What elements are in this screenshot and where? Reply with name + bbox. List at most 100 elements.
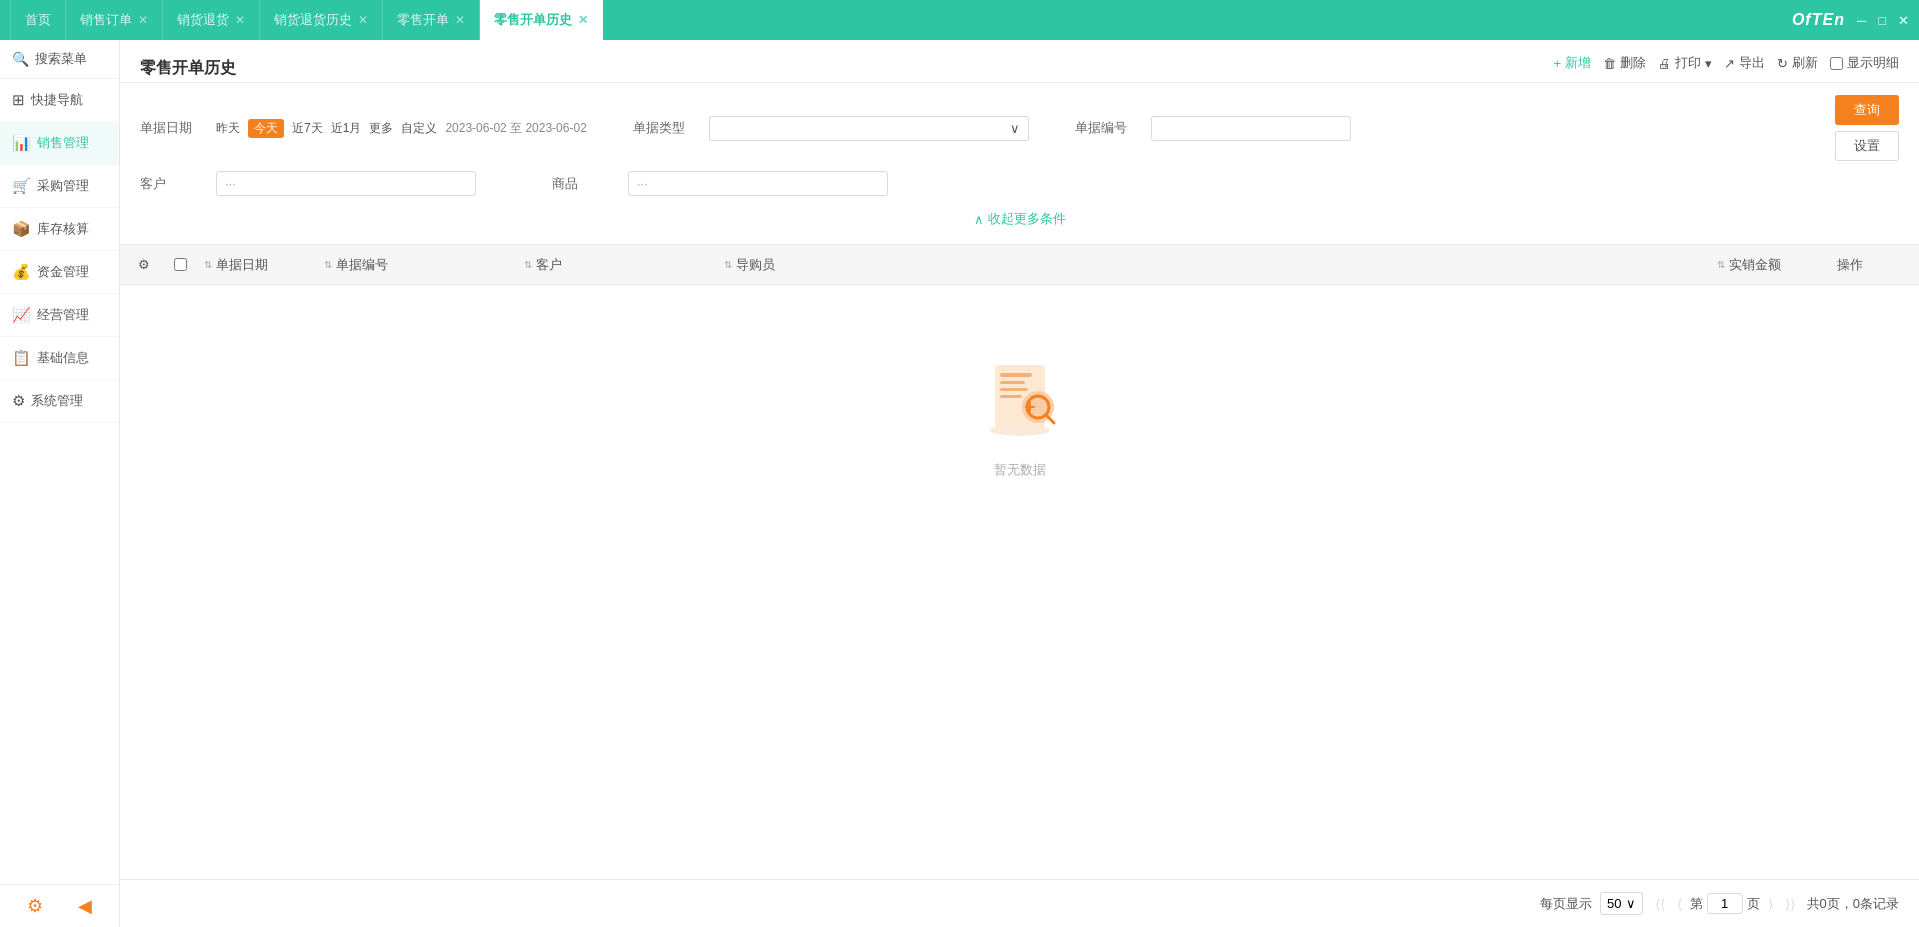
collapse-sidebar-icon[interactable]: ◀ [78, 895, 92, 917]
svg-rect-5 [1000, 395, 1022, 398]
sidebar-item-label: 基础信息 [37, 349, 89, 367]
sidebar-item-finance[interactable]: 💰 资金管理 [0, 251, 119, 294]
customer-dots: ··· [225, 176, 236, 191]
tab-sales-order[interactable]: 销售订单 ✕ [66, 0, 163, 40]
query-button[interactable]: 查询 [1835, 95, 1899, 125]
next-page-btn[interactable]: ⟩ [1764, 894, 1777, 914]
tab-home[interactable]: 首页 [10, 0, 66, 40]
table-col-date[interactable]: ⇅ 单据日期 [196, 256, 316, 274]
bill-type-select[interactable]: ∨ [709, 116, 1029, 141]
table-setting-icon[interactable]: ⚙ [138, 257, 150, 272]
sidebar-item-label: 快捷导航 [31, 91, 83, 109]
close-btn[interactable]: ✕ [1898, 13, 1909, 28]
date-opt-today[interactable]: 今天 [248, 119, 284, 138]
sidebar-item-basic-info[interactable]: 📋 基础信息 [0, 337, 119, 380]
close-tab-sales-return[interactable]: ✕ [235, 13, 245, 27]
goods-input[interactable]: ··· [628, 171, 888, 196]
filter-row-2: 客户 ··· 商品 ··· [140, 171, 1899, 196]
close-tab-retail-open[interactable]: ✕ [455, 13, 465, 27]
table-col-action: 操作 [1829, 256, 1909, 274]
customer-input[interactable]: ··· [216, 171, 476, 196]
date-opt-last7[interactable]: 近7天 [292, 120, 323, 137]
date-opt-yesterday[interactable]: 昨天 [216, 120, 240, 137]
date-opt-more[interactable]: 更多 [369, 120, 393, 137]
bill-type-label: 单据类型 [633, 119, 693, 137]
collapse-label: 收起更多条件 [988, 210, 1066, 228]
per-page-select[interactable]: 50 ∨ [1600, 892, 1642, 915]
prev-page-btn[interactable]: ⟨ [1673, 894, 1686, 914]
table-col-guide[interactable]: ⇅ 导购员 [716, 256, 816, 274]
settings-icon[interactable]: ⚙ [27, 895, 43, 917]
refresh-button[interactable]: ↻ 刷新 [1777, 54, 1818, 72]
last-page-btn[interactable]: ⟩⟩ [1781, 894, 1799, 914]
content-area: 零售开单历史 + 新增 🗑 删除 🖨 打印 ▾ ↗ 导出 [120, 40, 1919, 927]
sidebar-item-quick-nav[interactable]: ⊞ 快捷导航 [0, 79, 119, 122]
add-button[interactable]: + 新增 [1553, 54, 1591, 72]
sidebar-item-sales-mgmt[interactable]: 📊 销售管理 [0, 122, 119, 165]
tab-sales-return-history[interactable]: 销货退货历史 ✕ [260, 0, 383, 40]
close-tab-sales-order[interactable]: ✕ [138, 13, 148, 27]
date-opt-custom[interactable]: 自定义 [401, 120, 437, 137]
export-button[interactable]: ↗ 导出 [1724, 54, 1765, 72]
first-page-btn[interactable]: ⟨⟨ [1651, 894, 1669, 914]
bill-no-label: 单据编号 [1075, 119, 1135, 137]
collapse-filter-btn[interactable]: ∧ 收起更多条件 [140, 206, 1899, 232]
empty-illustration [970, 345, 1070, 445]
search-icon: 🔍 [12, 51, 29, 67]
date-options: 昨天 今天 近7天 近1月 更多 自定义 2023-06-02 至 2023-0… [216, 119, 587, 138]
tab-list: 首页 销售订单 ✕ 销货退货 ✕ 销货退货历史 ✕ 零售开单 ✕ 零售开单历史 … [10, 0, 1792, 40]
date-opt-last1m[interactable]: 近1月 [331, 120, 362, 137]
per-page-value: 50 [1607, 896, 1621, 911]
bill-no-input[interactable] [1151, 116, 1351, 141]
sidebar-search[interactable]: 🔍 搜索菜单 [0, 40, 119, 79]
table-col-check[interactable] [166, 258, 196, 271]
table-col-amount[interactable]: ⇅ 实销金额 [1709, 256, 1829, 274]
show-detail-checkbox[interactable] [1830, 57, 1843, 70]
main-layout: 🔍 搜索菜单 ⊞ 快捷导航 📊 销售管理 🛒 采购管理 📦 库存核算 💰 资金管… [0, 40, 1919, 927]
sidebar-item-purchase-mgmt[interactable]: 🛒 采购管理 [0, 165, 119, 208]
sidebar-item-label: 销售管理 [37, 134, 89, 152]
quick-nav-icon: ⊞ [12, 91, 25, 109]
close-tab-sales-return-history[interactable]: ✕ [358, 13, 368, 27]
table-col-setting[interactable]: ⚙ [130, 257, 166, 272]
print-button[interactable]: 🖨 打印 ▾ [1658, 54, 1712, 72]
show-detail-checkbox-label[interactable]: 显示明细 [1830, 54, 1899, 72]
add-label: 新增 [1565, 54, 1591, 72]
col-guide-label: 导购员 [736, 256, 775, 274]
tab-retail-open[interactable]: 零售开单 ✕ [383, 0, 480, 40]
date-range-display: 2023-06-02 至 2023-06-02 [445, 120, 586, 137]
close-tab-retail-open-history[interactable]: ✕ [578, 13, 588, 27]
page-header: 零售开单历史 + 新增 🗑 删除 🖨 打印 ▾ ↗ 导出 [120, 40, 1919, 83]
goods-label: 商品 [552, 175, 612, 193]
sidebar-item-inventory[interactable]: 📦 库存核算 [0, 208, 119, 251]
col-action-label: 操作 [1837, 256, 1863, 274]
maximize-btn[interactable]: □ [1878, 13, 1886, 28]
sidebar-item-label: 采购管理 [37, 177, 89, 195]
goods-dots: ··· [637, 176, 648, 191]
setting-button[interactable]: 设置 [1835, 131, 1899, 161]
sidebar-item-label: 库存核算 [37, 220, 89, 238]
delete-button[interactable]: 🗑 删除 [1603, 54, 1646, 72]
tab-retail-open-history[interactable]: 零售开单历史 ✕ [480, 0, 603, 40]
tab-sales-return[interactable]: 销货退货 ✕ [163, 0, 260, 40]
sidebar-item-operations[interactable]: 📈 经营管理 [0, 294, 119, 337]
topnav-right: OfTEn ─ □ ✕ [1792, 11, 1909, 29]
sidebar-bottom: ⚙ ◀ [0, 884, 119, 927]
sales-mgmt-icon: 📊 [12, 134, 31, 152]
refresh-label: 刷新 [1792, 54, 1818, 72]
export-label: 导出 [1739, 54, 1765, 72]
page-input[interactable] [1707, 893, 1743, 914]
refresh-icon: ↻ [1777, 56, 1788, 71]
table-col-customer[interactable]: ⇅ 客户 [516, 256, 716, 274]
svg-rect-3 [1000, 381, 1025, 384]
print-icon: 🖨 [1658, 56, 1671, 71]
sidebar-item-system-mgmt[interactable]: ⚙ 系统管理 [0, 380, 119, 423]
minimize-btn[interactable]: ─ [1857, 13, 1866, 28]
date-filter-label: 单据日期 [140, 119, 200, 137]
page-suffix: 页 [1747, 895, 1760, 913]
empty-text: 暂无数据 [994, 461, 1046, 479]
select-all-checkbox[interactable] [174, 258, 187, 271]
sidebar-item-label: 资金管理 [37, 263, 89, 281]
operations-icon: 📈 [12, 306, 31, 324]
table-col-billno[interactable]: ⇅ 单据编号 [316, 256, 516, 274]
